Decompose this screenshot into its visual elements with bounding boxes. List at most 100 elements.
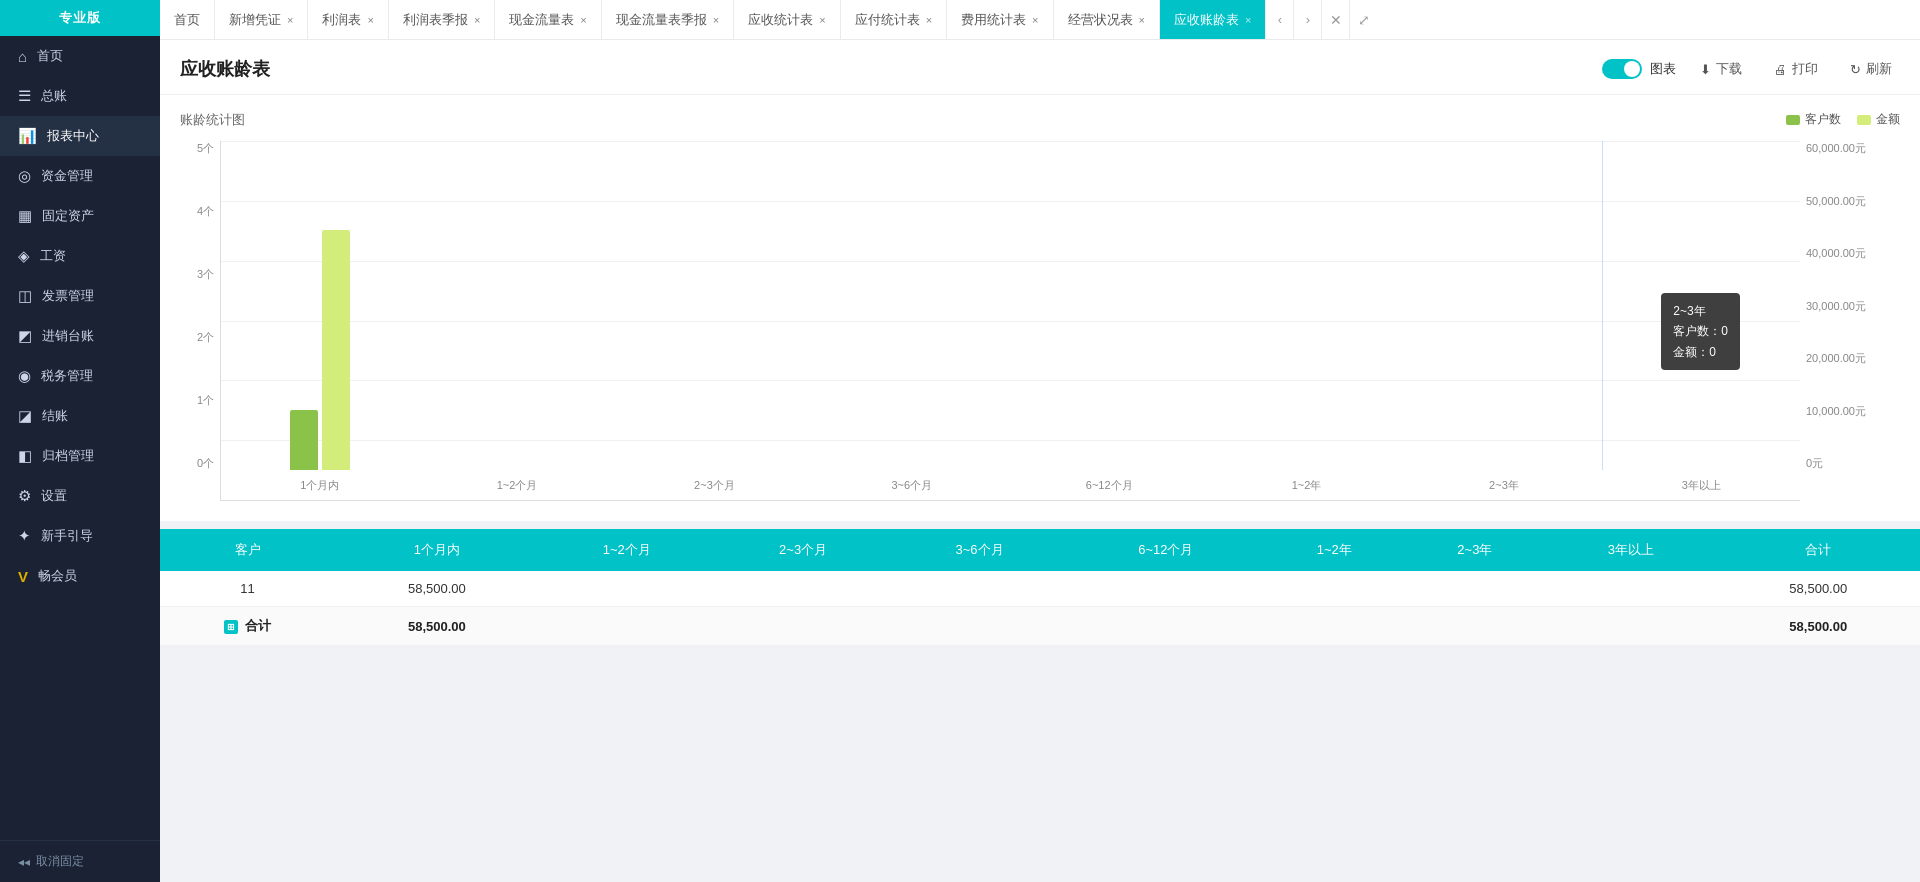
y-axis-right: 60,000.00元 50,000.00元 40,000.00元 30,000.… [1800, 141, 1900, 501]
chart-toggle[interactable] [1602, 59, 1642, 79]
tab-expense-stats-close[interactable]: × [1032, 14, 1038, 26]
total-12y [1264, 607, 1405, 646]
tab-expense-stats-label: 费用统计表 [961, 11, 1026, 29]
row-23m [715, 571, 891, 607]
assets-icon: ▦ [18, 207, 32, 225]
sidebar-item-reports-label: 报表中心 [47, 127, 99, 145]
col-1m: 1个月内 [335, 529, 538, 571]
tab-business-status[interactable]: 经营状况表 × [1054, 0, 1160, 39]
tab-cashflow-quarter-label: 现金流量表季报 [616, 11, 707, 29]
tab-business-status-close[interactable]: × [1139, 14, 1145, 26]
sidebar-item-salesledger[interactable]: ◩ 进销台账 [0, 316, 160, 356]
row-12m [539, 571, 715, 607]
sidebar-item-closing[interactable]: ◪ 结账 [0, 396, 160, 436]
vip-icon: V [18, 568, 28, 585]
sidebar-item-assets[interactable]: ▦ 固定资产 [0, 196, 160, 236]
x-label-12y: 1~2年 [1208, 470, 1405, 500]
tab-profit-quarter[interactable]: 利润表季报 × [389, 0, 495, 39]
page-title: 应收账龄表 [180, 57, 270, 81]
row-total: 58,500.00 [1717, 571, 1920, 607]
sidebar-item-guide[interactable]: ✦ 新手引导 [0, 516, 160, 556]
tab-profit[interactable]: 利润表 × [308, 0, 388, 39]
total-icon: ⊞ [224, 620, 238, 634]
tab-next-btn[interactable]: › [1294, 0, 1322, 39]
page-header: 应收账龄表 图表 ⬇ 下载 🖨 打印 ↻ 刷新 [160, 40, 1920, 95]
bar-1m-customers [290, 410, 318, 470]
x-label-1m: 1个月内 [221, 470, 418, 500]
print-button[interactable]: 🖨 打印 [1766, 56, 1826, 82]
tab-cashflow[interactable]: 现金流量表 × [495, 0, 601, 39]
sidebar-item-settings[interactable]: ⚙ 设置 [0, 476, 160, 516]
table-header-row: 客户 1个月内 1~2个月 2~3个月 3~6个月 6~12个月 1~2年 2~… [160, 529, 1920, 571]
sidebar-item-fund[interactable]: ◎ 资金管理 [0, 156, 160, 196]
sidebar-item-ledger-label: 总账 [41, 87, 67, 105]
refresh-label: 刷新 [1866, 60, 1892, 78]
chart-container: 5个 4个 3个 2个 1个 0个 [180, 141, 1900, 501]
tab-profit-close[interactable]: × [367, 14, 373, 26]
app-logo: 专业版 [0, 0, 160, 36]
page-content: 应收账龄表 图表 ⬇ 下载 🖨 打印 ↻ 刷新 [160, 40, 1920, 882]
reports-icon: 📊 [18, 127, 37, 145]
tab-prev-btn[interactable]: ‹ [1266, 0, 1294, 39]
tab-voucher[interactable]: 新增凭证 × [215, 0, 308, 39]
tab-payable-stats-close[interactable]: × [926, 14, 932, 26]
tab-receivable-age[interactable]: 应收账龄表 × [1160, 0, 1266, 39]
sidebar-item-home[interactable]: ⌂ 首页 [0, 36, 160, 76]
refresh-button[interactable]: ↻ 刷新 [1842, 56, 1900, 82]
archive-icon: ◧ [18, 447, 32, 465]
tab-cashflow-close[interactable]: × [580, 14, 586, 26]
chart-title: 账龄统计图 [180, 111, 1900, 129]
total-total: 58,500.00 [1717, 607, 1920, 646]
tab-receivable-stats-close[interactable]: × [819, 14, 825, 26]
tab-expand-btn[interactable]: ⤢ [1350, 0, 1378, 39]
tab-home[interactable]: 首页 [160, 0, 215, 39]
sidebar-item-invoice[interactable]: ◫ 发票管理 [0, 276, 160, 316]
sidebar-item-salary[interactable]: ◈ 工资 [0, 236, 160, 276]
y-axis-left: 5个 4个 3个 2个 1个 0个 [180, 141, 220, 501]
sidebar-footer-label: 取消固定 [36, 853, 84, 870]
chart-tooltip: 2~3年 客户数：0 金额：0 [1661, 293, 1740, 370]
tab-profit-quarter-close[interactable]: × [474, 14, 480, 26]
download-button[interactable]: ⬇ 下载 [1692, 56, 1750, 82]
sidebar-item-invoice-label: 发票管理 [42, 287, 94, 305]
sidebar-item-archive[interactable]: ◧ 归档管理 [0, 436, 160, 476]
sidebar-item-tax[interactable]: ◉ 税务管理 [0, 356, 160, 396]
tab-close-all-btn[interactable]: ✕ [1322, 0, 1350, 39]
legend-customers-label: 客户数 [1805, 111, 1841, 128]
chart-area: 账龄统计图 客户数 金额 5个 4个 3个 2个 1个 [160, 95, 1920, 521]
tab-receivable-stats[interactable]: 应收统计表 × [734, 0, 840, 39]
salesledger-icon: ◩ [18, 327, 32, 345]
download-label: 下载 [1716, 60, 1742, 78]
x-label-3yplus: 3年以上 [1603, 470, 1800, 500]
chart-toggle-wrap: 图表 [1602, 59, 1676, 79]
tab-payable-stats[interactable]: 应付统计表 × [841, 0, 947, 39]
total-1m: 58,500.00 [335, 607, 538, 646]
tab-cashflow-quarter-close[interactable]: × [713, 14, 719, 26]
tab-expense-stats[interactable]: 费用统计表 × [947, 0, 1053, 39]
sidebar-item-ledger[interactable]: ☰ 总账 [0, 76, 160, 116]
row-customer: 11 [160, 571, 335, 607]
receivable-age-table: 客户 1个月内 1~2个月 2~3个月 3~6个月 6~12个月 1~2年 2~… [160, 529, 1920, 646]
sidebar-item-settings-label: 设置 [41, 487, 67, 505]
total-3yplus [1545, 607, 1716, 646]
print-icon: 🖨 [1774, 62, 1787, 77]
x-label-23m: 2~3个月 [616, 470, 813, 500]
sidebar-toggle-pin[interactable]: ◂◂ 取消固定 [0, 840, 160, 882]
sidebar-item-vip-label: 畅会员 [38, 567, 77, 585]
col-23m: 2~3个月 [715, 529, 891, 571]
main-content: 首页 新增凭证 × 利润表 × 利润表季报 × 现金流量表 × 现金流量表季报 … [160, 0, 1920, 882]
sidebar-item-vip[interactable]: V 畅会员 [0, 556, 160, 596]
tab-cashflow-quarter[interactable]: 现金流量表季报 × [602, 0, 734, 39]
legend-amount-label: 金额 [1876, 111, 1900, 128]
sidebar-item-reports[interactable]: 📊 报表中心 [0, 116, 160, 156]
header-actions: 图表 ⬇ 下载 🖨 打印 ↻ 刷新 [1602, 56, 1900, 82]
total-12m [539, 607, 715, 646]
total-label: ⊞ 合计 [160, 607, 335, 646]
tab-receivable-age-close[interactable]: × [1245, 14, 1251, 26]
tab-payable-stats-label: 应付统计表 [855, 11, 920, 29]
row-23y [1405, 571, 1546, 607]
tab-receivable-stats-label: 应收统计表 [748, 11, 813, 29]
chart-legend: 客户数 金额 [1786, 111, 1900, 128]
tab-voucher-close[interactable]: × [287, 14, 293, 26]
col-36m: 3~6个月 [891, 529, 1067, 571]
